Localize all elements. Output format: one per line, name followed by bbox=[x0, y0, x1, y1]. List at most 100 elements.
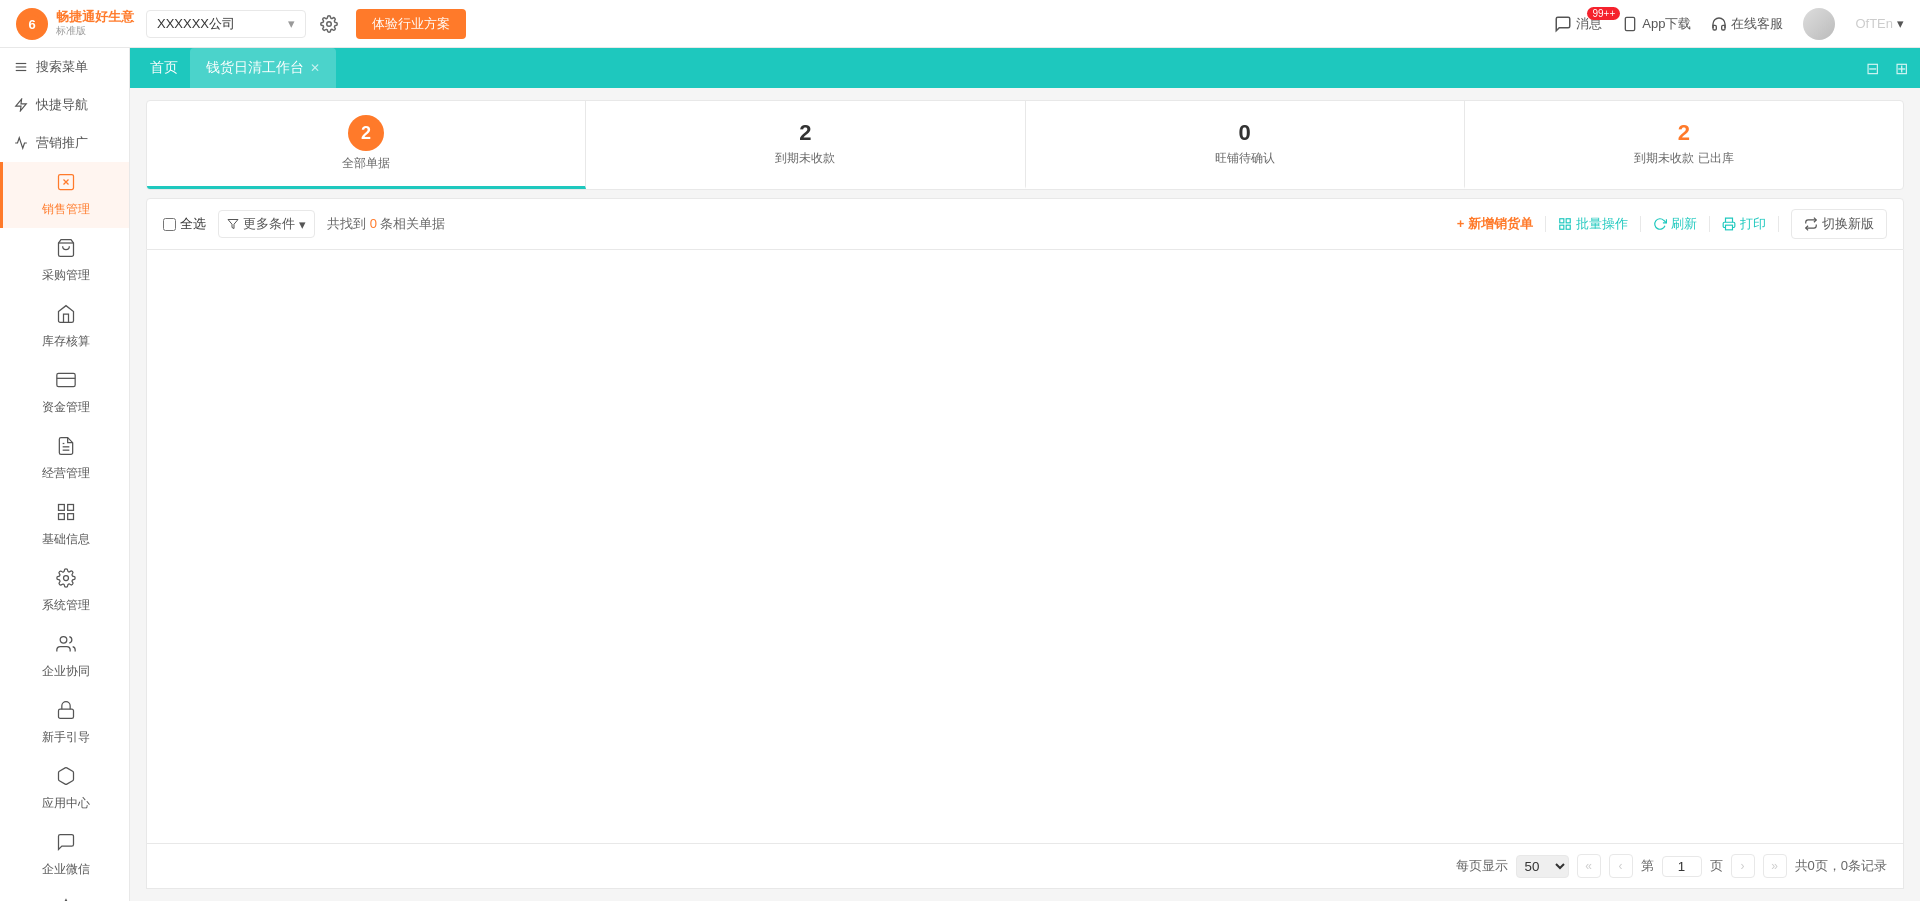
refresh-label: 刷新 bbox=[1671, 215, 1697, 233]
sales-icon bbox=[56, 172, 76, 197]
sidebar-system-label: 系统管理 bbox=[42, 597, 90, 614]
app-download-label: App下载 bbox=[1642, 15, 1691, 33]
app-subtitle: 标准版 bbox=[56, 24, 134, 38]
first-page-button[interactable]: « bbox=[1577, 854, 1601, 878]
filter-label: 更多条件 bbox=[243, 215, 295, 233]
sidebar-item-basic[interactable]: 基础信息 bbox=[0, 492, 129, 558]
chevron-down-icon: ▾ bbox=[288, 16, 295, 31]
sidebar-item-member[interactable]: 畅会员 bbox=[0, 888, 129, 901]
capital-icon bbox=[56, 370, 76, 395]
tab-workbench[interactable]: 钱货日清工作台 ✕ bbox=[190, 48, 336, 88]
tab-workbench-label: 钱货日清工作台 bbox=[206, 59, 304, 77]
svg-rect-16 bbox=[68, 505, 74, 511]
sidebar-wechat-label: 企业微信 bbox=[42, 861, 90, 878]
last-page-button[interactable]: » bbox=[1763, 854, 1787, 878]
refresh-button[interactable]: 刷新 bbox=[1653, 215, 1697, 233]
stat-due-out-label: 到期未收款 已出库 bbox=[1634, 150, 1733, 167]
select-all-checkbox[interactable]: 全选 bbox=[163, 215, 206, 233]
sidebar-basic-label: 基础信息 bbox=[42, 531, 90, 548]
sidebar-item-enterprise[interactable]: 企业协同 bbox=[0, 624, 129, 690]
found-count: 0 bbox=[370, 216, 377, 231]
sidebar-item-search-menu[interactable]: 搜索菜单 bbox=[0, 48, 129, 86]
tab-minimize-button[interactable]: ⊟ bbox=[1862, 55, 1883, 82]
sidebar-beginner-label: 新手引导 bbox=[42, 729, 90, 746]
svg-point-2 bbox=[327, 21, 332, 26]
sidebar-item-purchase[interactable]: 采购管理 bbox=[0, 228, 129, 294]
stat-due-out[interactable]: 2 到期未收款 已出库 bbox=[1465, 101, 1903, 189]
app-logo-icon: 6 bbox=[16, 8, 48, 40]
online-service-button[interactable]: 在线客服 bbox=[1711, 15, 1783, 33]
settings-button[interactable] bbox=[314, 9, 344, 39]
sidebar-item-capital[interactable]: 资金管理 bbox=[0, 360, 129, 426]
sidebar-item-quick-nav[interactable]: 快捷导航 bbox=[0, 86, 129, 124]
sidebar-item-marketing[interactable]: 营销推广 bbox=[0, 124, 129, 162]
print-button[interactable]: 打印 bbox=[1722, 215, 1766, 233]
sidebar-item-sales[interactable]: 销售管理 bbox=[0, 162, 129, 228]
company-name: XXXXXX公司 bbox=[157, 15, 235, 33]
tab-close-icon[interactable]: ✕ bbox=[310, 61, 320, 75]
page-total-label: 页 bbox=[1710, 857, 1723, 875]
app-download-button[interactable]: App下载 bbox=[1622, 15, 1691, 33]
toolbar-left: 全选 更多条件 ▾ 共找到 0 条相关单据 bbox=[163, 210, 445, 238]
select-all-input[interactable] bbox=[163, 218, 176, 231]
svg-rect-26 bbox=[1560, 225, 1564, 229]
divider-1 bbox=[1545, 216, 1546, 232]
user-dropdown-icon: ▾ bbox=[1897, 16, 1904, 31]
svg-marker-8 bbox=[16, 99, 27, 111]
stat-due-count: 2 bbox=[799, 120, 811, 146]
tab-home-label: 首页 bbox=[150, 59, 178, 77]
enterprise-icon bbox=[56, 634, 76, 659]
switch-version-button[interactable]: 切换新版 bbox=[1791, 209, 1887, 239]
page-content: 2 全部单据 2 到期未收款 0 旺铺待确认 2 到期未收款 已出库 bbox=[130, 88, 1920, 901]
filter-button[interactable]: 更多条件 ▾ bbox=[218, 210, 315, 238]
sidebar-purchase-label: 采购管理 bbox=[42, 267, 90, 284]
header-right: 消息 99++ App下载 在线客服 OfTEn bbox=[1554, 8, 1904, 40]
stat-all-label: 全部单据 bbox=[342, 155, 390, 172]
svg-rect-28 bbox=[1726, 225, 1733, 230]
page-size-select[interactable]: 10 20 50 100 bbox=[1516, 855, 1569, 878]
sidebar-item-operation[interactable]: 经营管理 bbox=[0, 426, 129, 492]
add-sale-button[interactable]: + 新增销货单 bbox=[1457, 215, 1533, 233]
tab-maximize-button[interactable]: ⊞ bbox=[1891, 55, 1912, 82]
svg-rect-17 bbox=[59, 514, 65, 520]
stat-due[interactable]: 2 到期未收款 bbox=[586, 101, 1025, 189]
svg-point-19 bbox=[64, 576, 69, 581]
sidebar-quick-nav-label: 快捷导航 bbox=[36, 96, 88, 114]
basic-icon bbox=[56, 502, 76, 527]
toolbar-right: + 新增销货单 批量操作 bbox=[1457, 209, 1887, 239]
stat-all[interactable]: 2 全部单据 bbox=[147, 101, 586, 189]
tab-bar: 首页 钱货日清工作台 ✕ ⊟ ⊞ bbox=[130, 48, 1920, 88]
stat-pending-label: 旺铺待确认 bbox=[1215, 150, 1275, 167]
sidebar-item-wechat[interactable]: 企业微信 bbox=[0, 822, 129, 888]
total-info: 共0页，0条记录 bbox=[1795, 857, 1887, 875]
sidebar-enterprise-label: 企业协同 bbox=[42, 663, 90, 680]
batch-operation-button[interactable]: 批量操作 bbox=[1558, 215, 1628, 233]
tab-home[interactable]: 首页 bbox=[138, 48, 190, 88]
username-area[interactable]: OfTEn ▾ bbox=[1855, 16, 1904, 31]
stat-pending[interactable]: 0 旺铺待确认 bbox=[1026, 101, 1465, 189]
sidebar-item-app-center[interactable]: 应用中心 bbox=[0, 756, 129, 822]
prev-page-button[interactable]: ‹ bbox=[1609, 854, 1633, 878]
pagination: 每页显示 10 20 50 100 « ‹ 第 页 › » 共0页，0条记录 bbox=[146, 844, 1904, 889]
sidebar-item-system[interactable]: 系统管理 bbox=[0, 558, 129, 624]
top-header: 6 畅捷通好生意 标准版 XXXXXX公司 ▾ 体验行业方案 消息 99++ bbox=[0, 0, 1920, 48]
message-button[interactable]: 消息 99++ bbox=[1554, 15, 1602, 33]
svg-rect-25 bbox=[1566, 219, 1570, 223]
try-industry-button[interactable]: 体验行业方案 bbox=[356, 9, 466, 39]
stat-pending-count: 0 bbox=[1239, 120, 1251, 146]
toolbar: 全选 更多条件 ▾ 共找到 0 条相关单据 bbox=[146, 198, 1904, 250]
sidebar-inventory-label: 库存核算 bbox=[42, 333, 90, 350]
sidebar-item-inventory[interactable]: 库存核算 bbox=[0, 294, 129, 360]
sidebar-operation-label: 经营管理 bbox=[42, 465, 90, 482]
next-page-button[interactable]: › bbox=[1731, 854, 1755, 878]
sidebar: 搜索菜单 快捷导航 营销推广 销售管理 bbox=[0, 48, 130, 901]
company-selector[interactable]: XXXXXX公司 ▾ bbox=[146, 10, 306, 38]
sidebar-item-beginner[interactable]: 新手引导 bbox=[0, 690, 129, 756]
avatar[interactable] bbox=[1803, 8, 1835, 40]
stat-due-label: 到期未收款 bbox=[775, 150, 835, 167]
content-area: 首页 钱货日清工作台 ✕ ⊟ ⊞ 2 全部单据 2 到期未收款 bbox=[130, 48, 1920, 901]
svg-text:6: 6 bbox=[28, 17, 35, 32]
page-input[interactable] bbox=[1662, 856, 1702, 877]
svg-rect-3 bbox=[1626, 17, 1635, 30]
stat-all-count: 2 bbox=[348, 115, 384, 151]
